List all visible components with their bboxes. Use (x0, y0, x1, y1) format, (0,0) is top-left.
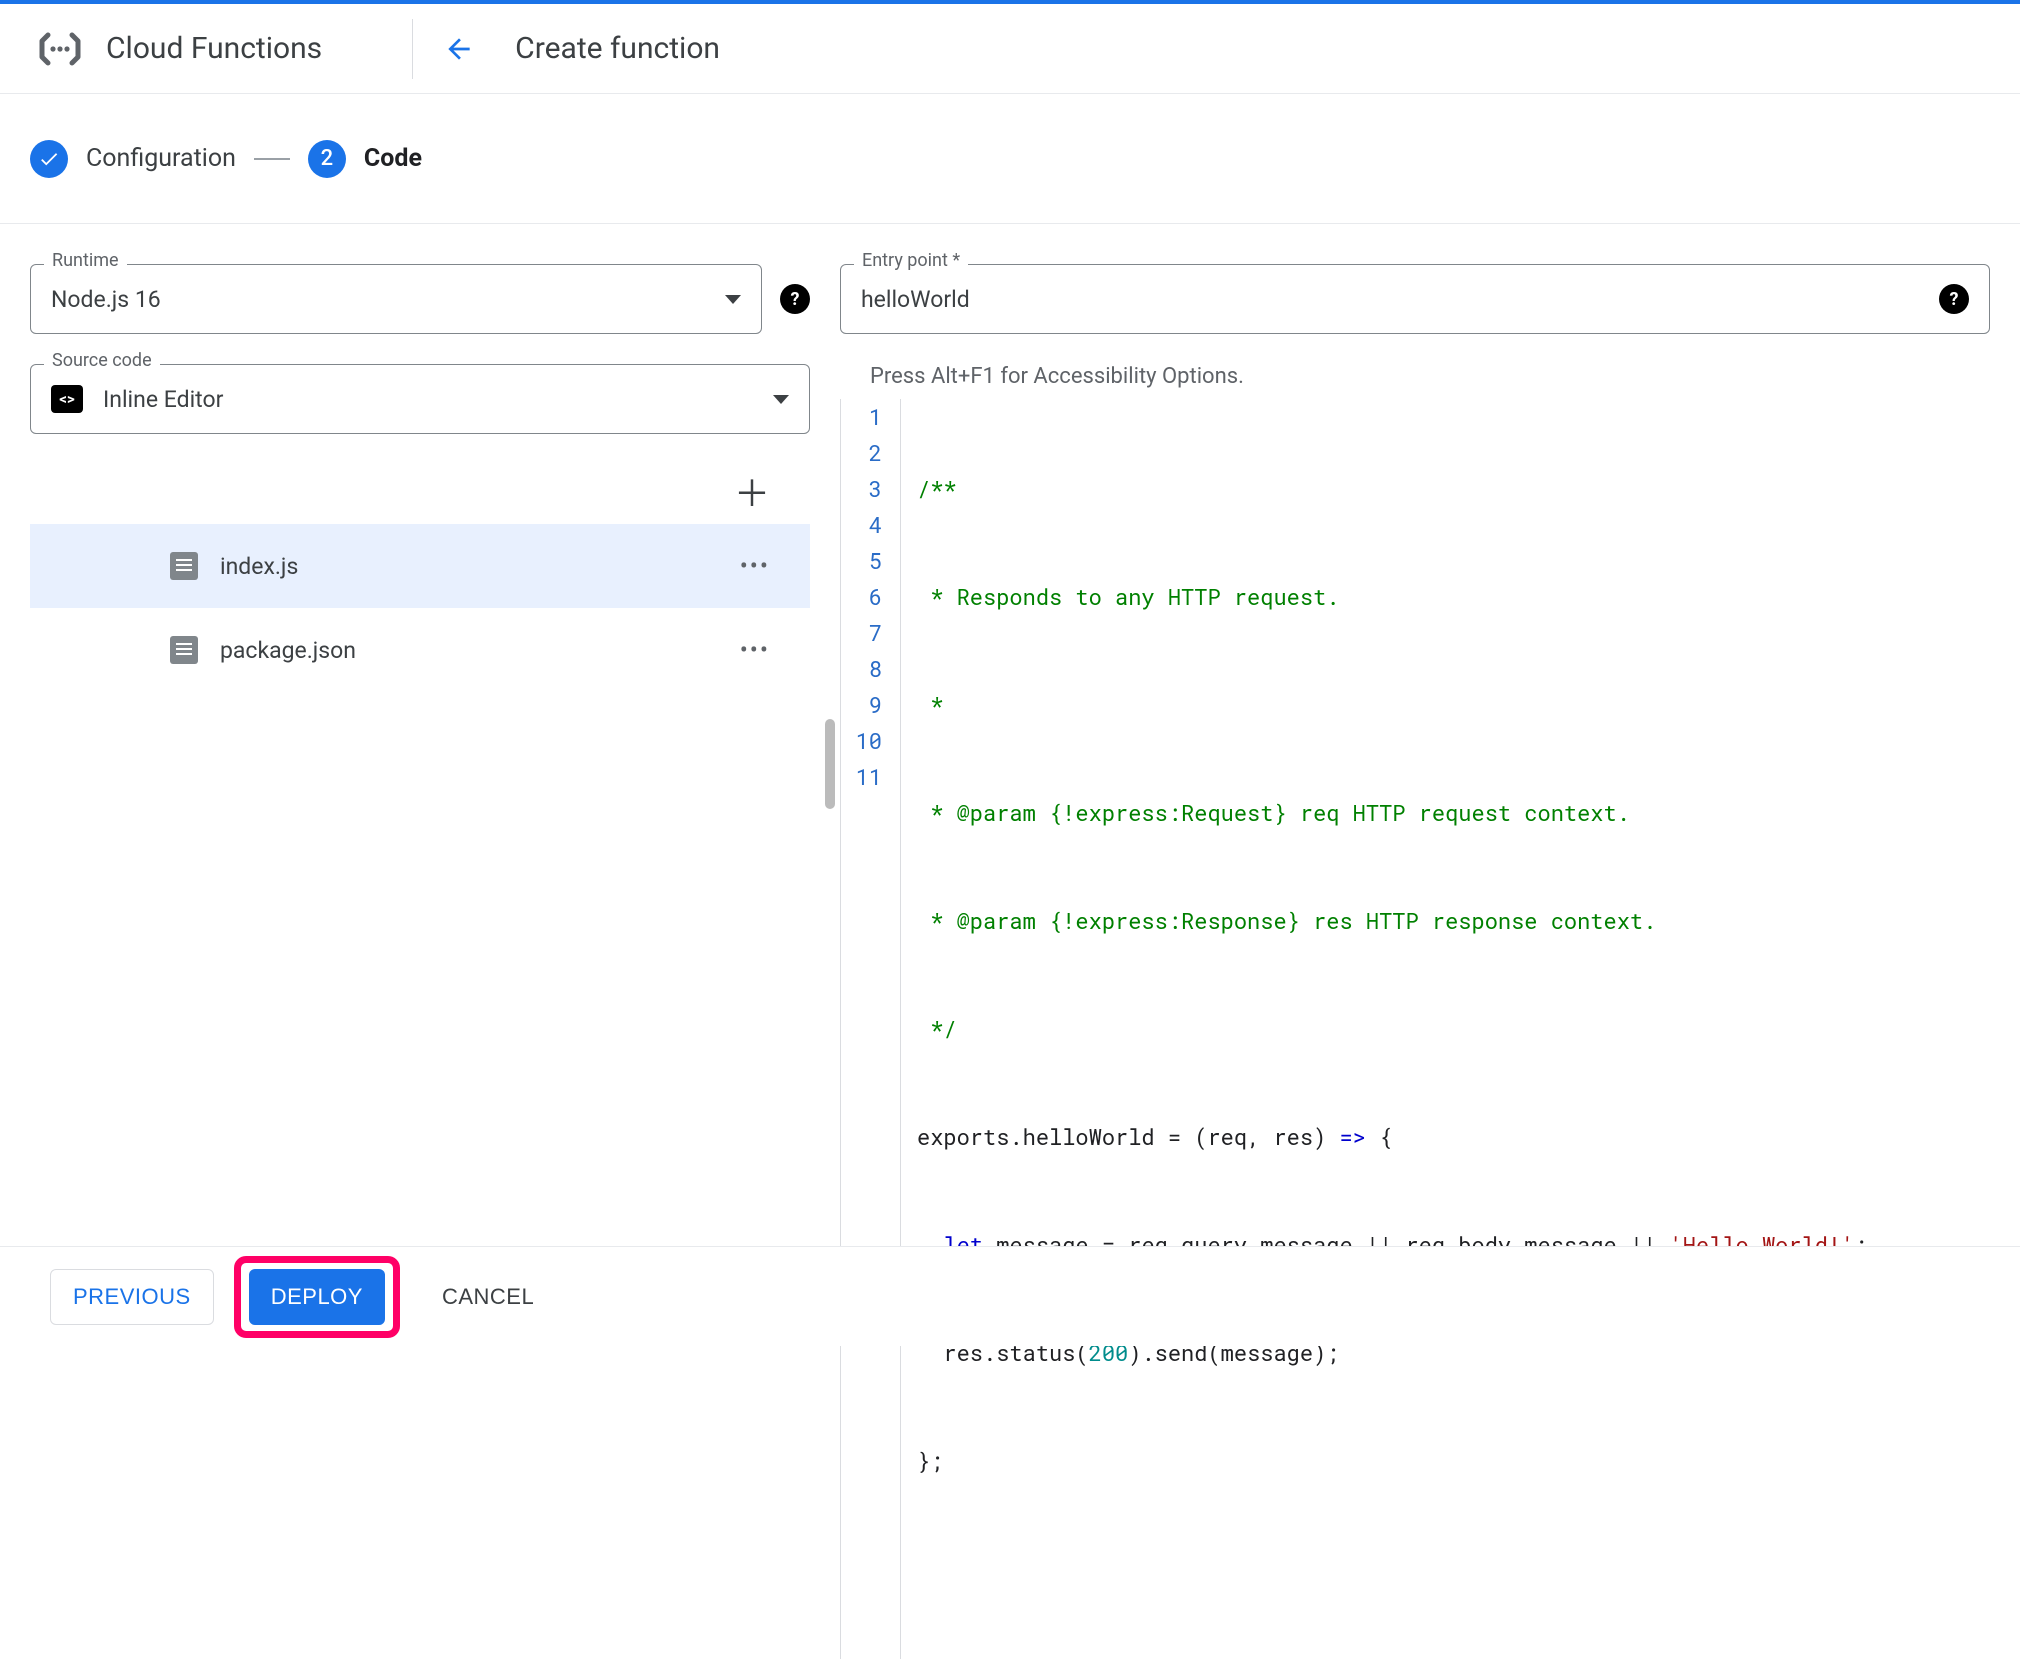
source-code-value: Inline Editor (103, 386, 223, 413)
code-content[interactable]: /** * Responds to any HTTP request. * * … (901, 399, 1868, 1659)
entry-point-label: Entry point * (854, 250, 968, 271)
deploy-highlight: DEPLOY (234, 1256, 400, 1338)
code-editor[interactable]: 1 2 3 4 5 6 7 8 9 10 11 /** * Responds t… (840, 399, 1990, 1659)
page-title: Create function (515, 31, 720, 66)
code-icon: <> (51, 385, 83, 413)
step-1-check-icon[interactable] (30, 140, 68, 178)
caret-down-icon (725, 295, 741, 304)
runtime-select[interactable]: Node.js 16 (30, 264, 762, 334)
cancel-button[interactable]: CANCEL (420, 1269, 556, 1325)
stepper: Configuration 2 Code (0, 94, 2020, 224)
source-code-select[interactable]: <> Inline Editor (30, 364, 810, 434)
file-icon (170, 636, 198, 664)
source-code-label: Source code (44, 350, 160, 371)
deploy-button[interactable]: DEPLOY (249, 1269, 385, 1325)
more-icon[interactable]: ••• (740, 552, 770, 580)
step-2-circle[interactable]: 2 (308, 140, 346, 178)
step-2-label[interactable]: Code (364, 144, 422, 173)
file-item[interactable]: package.json ••• (30, 608, 810, 692)
step-divider (254, 158, 290, 160)
file-item[interactable]: index.js ••• (30, 524, 810, 608)
more-icon[interactable]: ••• (740, 636, 770, 664)
entry-point-input[interactable]: helloWorld ? (840, 264, 1990, 334)
cloud-functions-icon (30, 19, 90, 79)
file-name: package.json (220, 637, 356, 664)
file-name: index.js (220, 553, 298, 580)
a11y-hint: Press Alt+F1 for Accessibility Options. (840, 364, 1990, 399)
caret-down-icon (773, 395, 789, 404)
file-icon (170, 552, 198, 580)
header-bar: Cloud Functions Create function (0, 4, 2020, 94)
scrollbar[interactable] (825, 719, 835, 809)
back-arrow-icon[interactable] (443, 33, 475, 65)
product-name[interactable]: Cloud Functions (106, 19, 413, 79)
entry-point-value: helloWorld (861, 286, 970, 313)
entry-point-help-icon[interactable]: ? (1939, 284, 1969, 314)
file-list: index.js ••• package.json ••• (30, 524, 810, 692)
runtime-value: Node.js 16 (51, 286, 161, 313)
runtime-label: Runtime (44, 250, 127, 271)
runtime-help-icon[interactable]: ? (780, 284, 810, 314)
step-1-label[interactable]: Configuration (86, 144, 236, 173)
line-number-gutter: 1 2 3 4 5 6 7 8 9 10 11 (841, 399, 901, 1659)
add-file-icon[interactable]: ＋ (734, 476, 770, 512)
previous-button[interactable]: PREVIOUS (50, 1269, 214, 1325)
footer-actions: PREVIOUS DEPLOY CANCEL (0, 1246, 2020, 1346)
